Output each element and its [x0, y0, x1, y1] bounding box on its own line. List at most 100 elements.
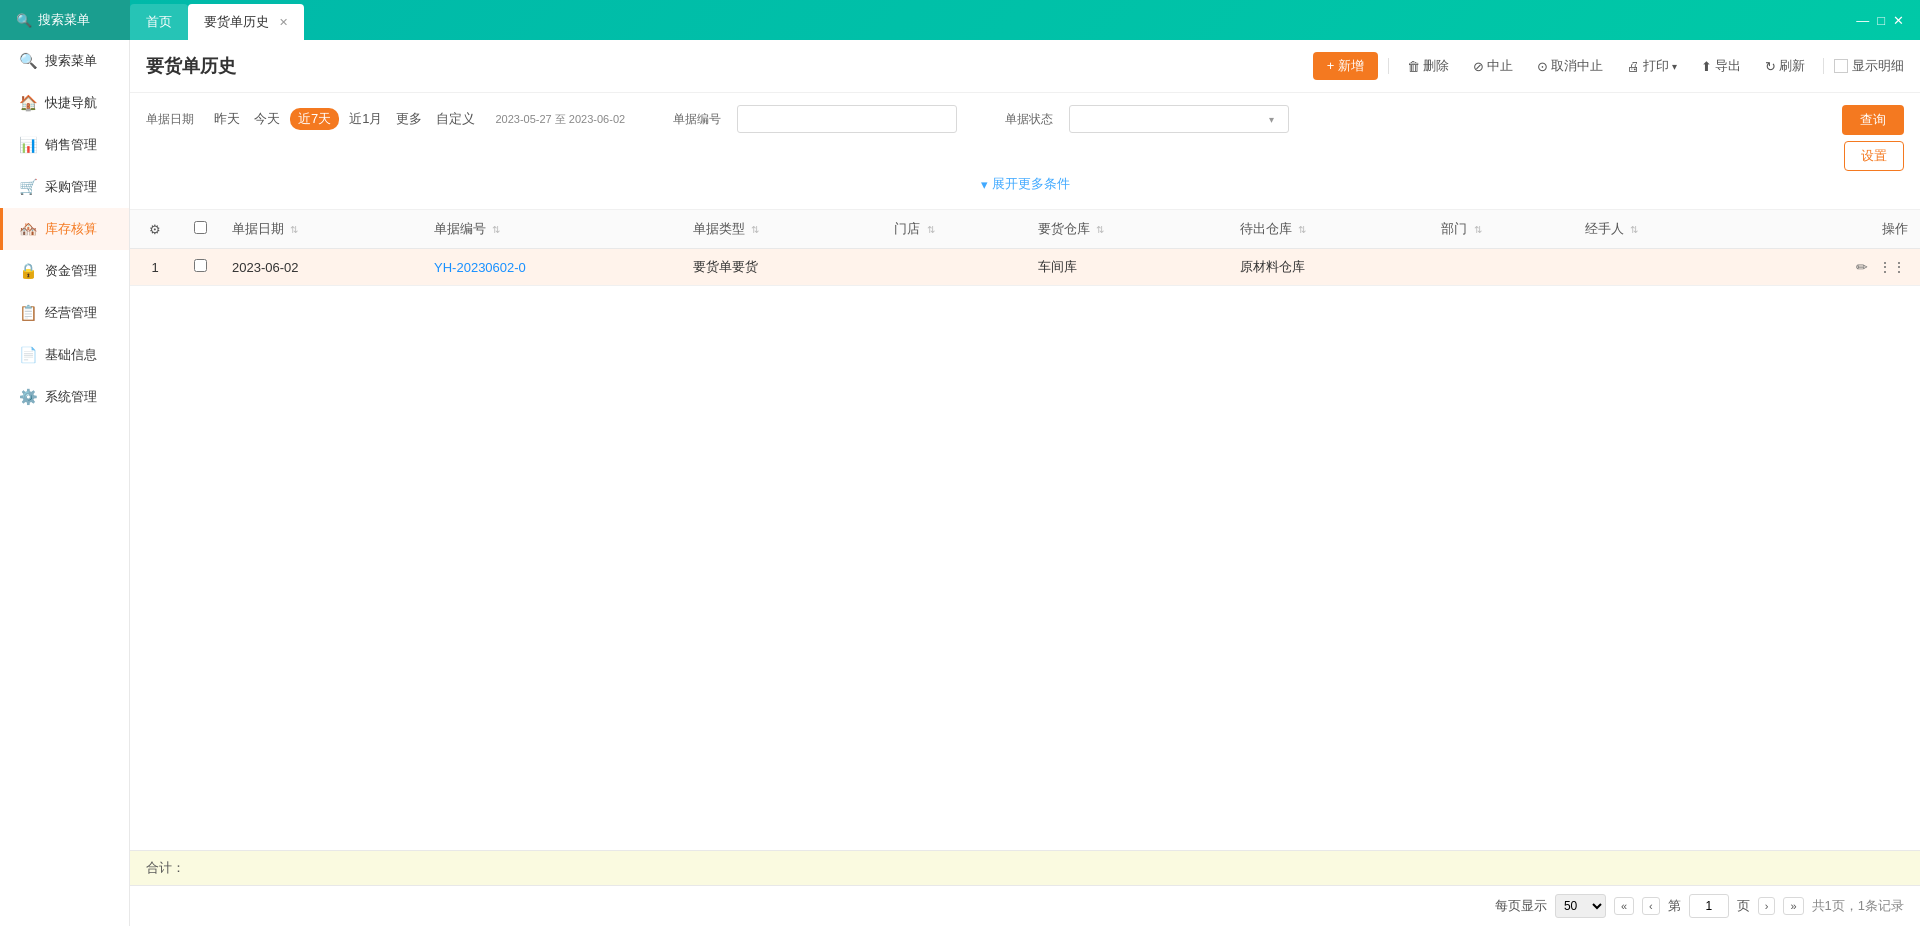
print-dropdown-icon: ▾ — [1672, 61, 1677, 72]
sidebar-item-sales[interactable]: 📊 销售管理 — [0, 124, 129, 166]
sort-icon-type: ⇅ — [751, 224, 759, 235]
page-prev-btn[interactable]: ‹ — [1642, 897, 1660, 915]
sidebar-label-sales: 销售管理 — [45, 136, 97, 154]
filter-area: 单据日期 昨天 今天 近7天 近1月 更多 自定义 2023-05-27 至 2… — [130, 93, 1920, 210]
doc-status-select[interactable] — [1069, 105, 1289, 133]
top-bar-right: — □ ✕ — [1840, 13, 1920, 28]
print-button[interactable]: 🖨 打印 ▾ — [1619, 53, 1685, 79]
sidebar-label-operation: 经营管理 — [45, 304, 97, 322]
row-doc-num: YH-20230602-0 — [422, 249, 681, 286]
export-button[interactable]: ⬆ 导出 — [1693, 53, 1749, 79]
sidebar-item-basic[interactable]: 📄 基础信息 — [0, 334, 129, 376]
sort-icon-req-wh: ⇅ — [1096, 224, 1104, 235]
select-all-checkbox[interactable] — [194, 221, 207, 234]
sidebar-item-finance[interactable]: 🔒 资金管理 — [0, 250, 129, 292]
window-close-btn[interactable]: ✕ — [1893, 13, 1904, 28]
date-today[interactable]: 今天 — [250, 108, 284, 130]
display-detail-toggle[interactable]: 显示明细 — [1834, 57, 1904, 75]
sidebar-item-system[interactable]: ⚙️ 系统管理 — [0, 376, 129, 418]
tab-home[interactable]: 首页 — [130, 4, 188, 40]
expand-more-btn[interactable]: ▾ 展开更多条件 — [146, 171, 1904, 197]
date-filter-label: 单据日期 — [146, 111, 194, 128]
tab-close-icon[interactable]: ✕ — [279, 16, 288, 29]
search-menu-label: 搜索菜单 — [38, 11, 90, 29]
col-dept[interactable]: 部门 ⇅ — [1429, 210, 1573, 249]
tab-yh[interactable]: 要货单历史 ✕ — [188, 4, 304, 40]
row-checkbox[interactable] — [194, 259, 207, 272]
col-settings[interactable]: ⚙ — [130, 210, 180, 249]
page-next-btn[interactable]: › — [1758, 897, 1776, 915]
refresh-button[interactable]: ↻ 刷新 — [1757, 53, 1813, 79]
sidebar-label-purchase: 采购管理 — [45, 178, 97, 196]
row-edit-btn[interactable]: ✏ — [1854, 257, 1870, 277]
col-pending-warehouse-label: 待出仓库 — [1240, 221, 1292, 236]
delete-label: 删除 — [1423, 57, 1449, 75]
sort-icon-pending-wh: ⇅ — [1298, 224, 1306, 235]
page-title: 要货单历史 — [146, 54, 236, 78]
sort-icon-store: ⇅ — [927, 224, 935, 235]
sidebar-item-purchase[interactable]: 🛒 采购管理 — [0, 166, 129, 208]
sidebar-item-inventory[interactable]: 🏘️ 库存核算 — [0, 208, 129, 250]
date-yesterday[interactable]: 昨天 — [210, 108, 244, 130]
date-more[interactable]: 更多 — [392, 108, 426, 130]
page-num-input[interactable] — [1689, 894, 1729, 918]
date-custom[interactable]: 自定义 — [432, 108, 479, 130]
stop-icon: ⊘ — [1473, 59, 1484, 74]
settings-icon[interactable]: ⚙ — [149, 222, 161, 237]
col-pending-warehouse[interactable]: 待出仓库 ⇅ — [1228, 210, 1430, 249]
doc-link[interactable]: YH-20230602-0 — [434, 260, 526, 275]
col-type[interactable]: 单据类型 ⇅ — [681, 210, 883, 249]
col-handler-label: 经手人 — [1585, 221, 1624, 236]
col-date[interactable]: 单据日期 ⇅ — [220, 210, 422, 249]
sidebar-item-search[interactable]: 🔍 搜索菜单 — [0, 40, 129, 82]
sidebar-label-basic: 基础信息 — [45, 346, 97, 364]
col-req-warehouse[interactable]: 要货仓库 ⇅ — [1026, 210, 1228, 249]
cart-icon: 🛒 — [19, 178, 37, 196]
sidebar-search[interactable]: 🔍 搜索菜单 — [0, 0, 130, 40]
per-page-select[interactable]: 50 10 20 100 — [1555, 894, 1606, 918]
table-row: 1 2023-06-02 YH-20230602-0 — [130, 249, 1920, 286]
sidebar-item-operation[interactable]: 📋 经营管理 — [0, 292, 129, 334]
query-button[interactable]: 查询 — [1842, 105, 1904, 135]
page-total: 共1页，1条记录 — [1812, 897, 1904, 915]
home-icon: 🏠 — [19, 94, 37, 112]
sidebar-item-quick[interactable]: 🏠 快捷导航 — [0, 82, 129, 124]
content-area: 要货单历史 + 新增 🗑 删除 ⊘ 中止 ⊙ 取消中止 — [130, 40, 1920, 926]
page-first-btn[interactable]: « — [1614, 897, 1634, 915]
new-button[interactable]: + 新增 — [1313, 52, 1378, 80]
sort-icon-num: ⇅ — [492, 224, 500, 235]
row-more-btn[interactable]: ⋮⋮ — [1876, 257, 1908, 277]
row-pending-warehouse: 原材料仓库 — [1228, 249, 1430, 286]
doc-num-input[interactable] — [737, 105, 957, 133]
filter-row-1: 单据日期 昨天 今天 近7天 近1月 更多 自定义 2023-05-27 至 2… — [146, 105, 1826, 133]
stop-button[interactable]: ⊘ 中止 — [1465, 53, 1521, 79]
cancel-stop-label: 取消中止 — [1551, 57, 1603, 75]
pagination: 每页显示 50 10 20 100 « ‹ 第 页 › » 共1页，1条记录 — [130, 885, 1920, 926]
col-actions: 操作 — [1746, 210, 1920, 249]
page-last-btn[interactable]: » — [1783, 897, 1803, 915]
delete-button[interactable]: 🗑 删除 — [1399, 53, 1457, 79]
refresh-label: 刷新 — [1779, 57, 1805, 75]
setting-button[interactable]: 设置 — [1844, 141, 1904, 171]
row-check — [180, 249, 220, 286]
sidebar-label-finance: 资金管理 — [45, 262, 97, 280]
date-range-display: 2023-05-27 至 2023-06-02 — [495, 112, 625, 127]
sidebar-label-quick: 快捷导航 — [45, 94, 97, 112]
col-check — [180, 210, 220, 249]
col-actions-label: 操作 — [1882, 221, 1908, 236]
display-detail-label: 显示明细 — [1852, 57, 1904, 75]
date-1month[interactable]: 近1月 — [345, 108, 386, 130]
search-icon: 🔍 — [16, 13, 32, 28]
window-minimize-btn[interactable]: — — [1856, 13, 1869, 28]
col-handler[interactable]: 经手人 ⇅ — [1573, 210, 1746, 249]
table-header-row: ⚙ 单据日期 ⇅ 单据编号 ⇅ — [130, 210, 1920, 249]
col-store[interactable]: 门店 ⇅ — [882, 210, 1026, 249]
row-req-warehouse: 车间库 — [1026, 249, 1228, 286]
window-maximize-btn[interactable]: □ — [1877, 13, 1885, 28]
per-page-label: 每页显示 — [1495, 897, 1547, 915]
display-detail-checkbox[interactable] — [1834, 59, 1848, 73]
col-num[interactable]: 单据编号 ⇅ — [422, 210, 681, 249]
table-wrap: ⚙ 单据日期 ⇅ 单据编号 ⇅ — [130, 210, 1920, 850]
date-7days[interactable]: 近7天 — [290, 108, 339, 130]
cancel-stop-button[interactable]: ⊙ 取消中止 — [1529, 53, 1611, 79]
